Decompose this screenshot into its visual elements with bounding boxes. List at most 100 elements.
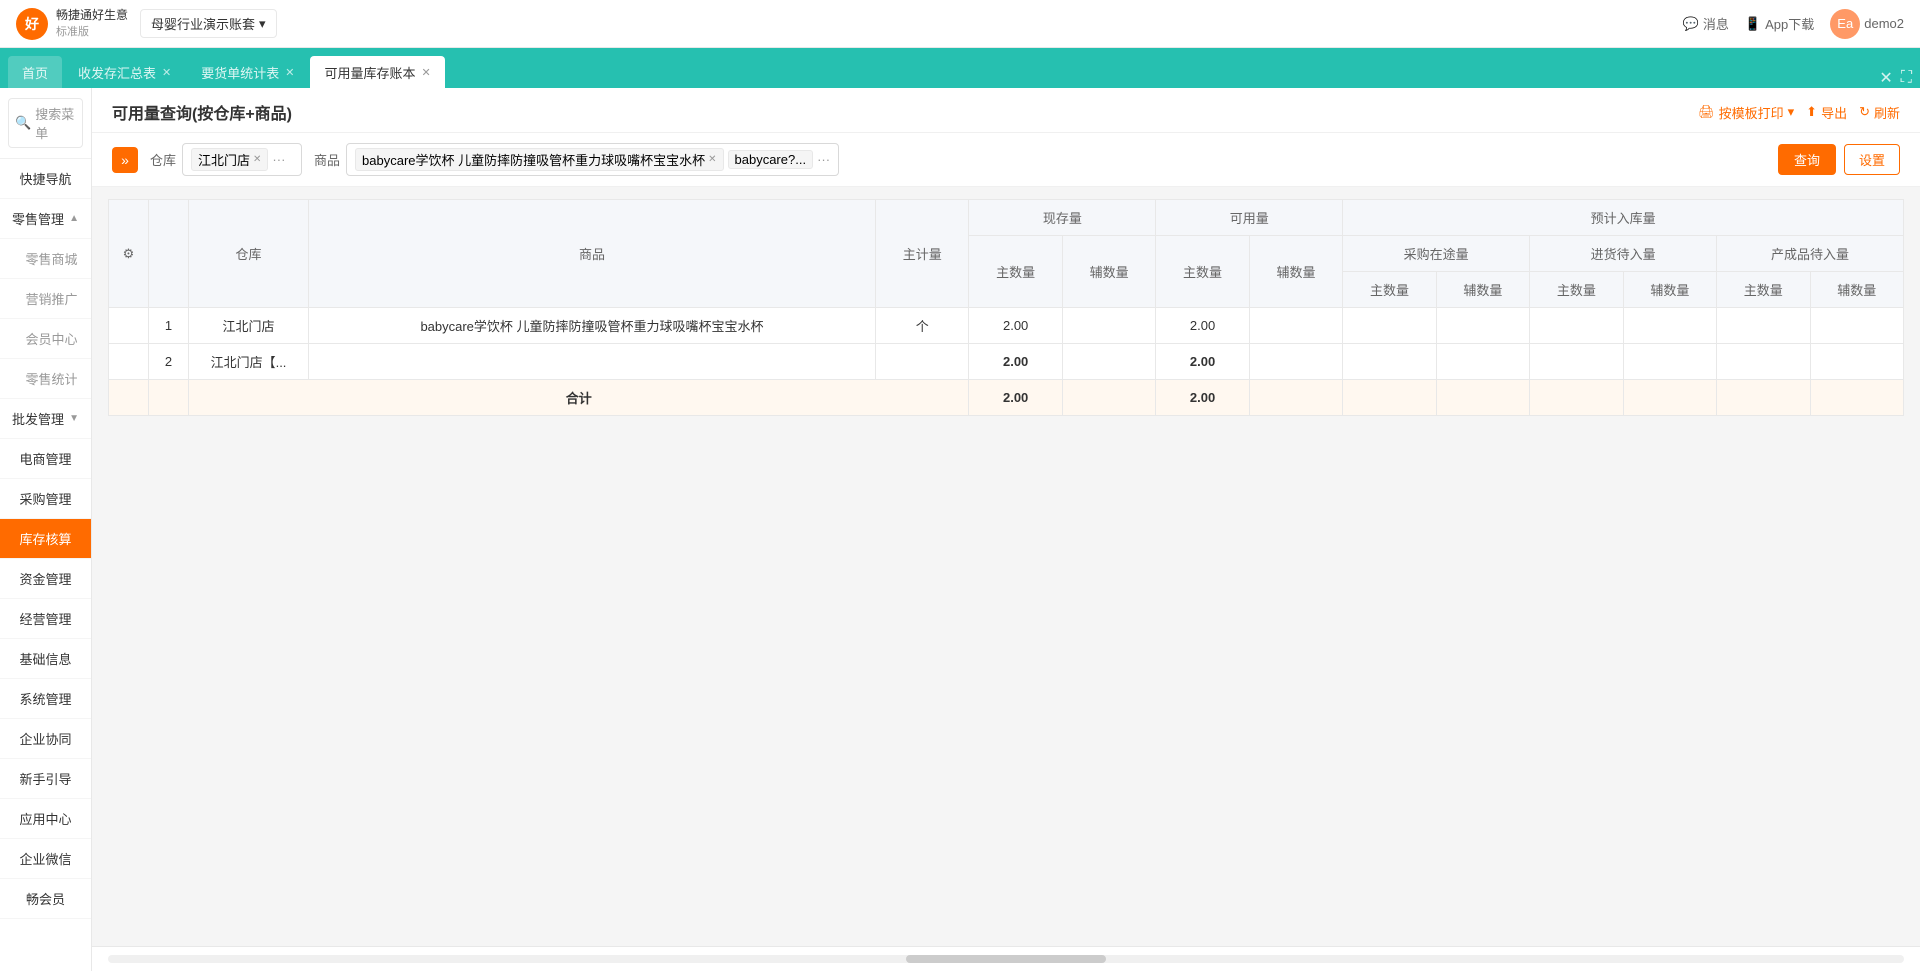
warehouse-more-dots[interactable]: ···	[272, 152, 285, 167]
sidebar-item-retail[interactable]: 零售管理 ▲	[0, 199, 91, 239]
th-settings[interactable]: ⚙	[109, 200, 149, 308]
sidebar-item-system[interactable]: 系统管理	[0, 679, 91, 719]
page-header-actions: 🖨 按模板打印 ▾ ⬆ 导出 ↻ 刷新	[1698, 103, 1900, 122]
th-warehouse: 仓库	[189, 200, 309, 308]
print-icon: 🖨	[1698, 104, 1715, 120]
nav-tabs-right: ✕ ⛶	[1879, 68, 1912, 88]
sidebar-item-quick-nav[interactable]: 快捷导航	[0, 159, 91, 199]
warehouse-filter-box[interactable]: 江北门店 ✕ ···	[182, 143, 302, 176]
query-button[interactable]: 查询	[1778, 144, 1836, 175]
sidebar-item-label-operations: 经营管理	[19, 612, 71, 627]
sidebar-item-operations[interactable]: 经营管理	[0, 599, 91, 639]
row1-goods-pend-aux	[1623, 308, 1716, 344]
sidebar-item-label-ecommerce: 电商管理	[19, 452, 71, 467]
sidebar-item-label-member2: 畅会员	[26, 892, 65, 907]
app-download-button[interactable]: 📱 App下载	[1745, 14, 1814, 33]
content-area: 可用量查询(按仓库+商品) 🖨 按模板打印 ▾ ⬆ 导出 ↻ 刷新 »	[92, 88, 1920, 971]
row2-index: 2	[149, 344, 189, 380]
sidebar-item-label-finance: 资金管理	[19, 572, 71, 587]
th-index	[149, 200, 189, 308]
filter-expand-button[interactable]: »	[112, 147, 138, 173]
th-stock-main: 主数量	[969, 236, 1062, 308]
sidebar: 🔍 搜索菜单 快捷导航 零售管理 ▲ 零售商城 营销推广 会员中心 零售统计 批…	[0, 88, 92, 971]
sidebar-item-inventory[interactable]: 库存核算	[0, 519, 91, 559]
tab-order-close[interactable]: ✕	[285, 66, 294, 79]
horizontal-scrollbar-track[interactable]	[108, 955, 1904, 963]
app-download-label: App下载	[1765, 14, 1814, 33]
horizontal-scrollbar-thumb[interactable]	[906, 955, 1106, 963]
row2-pur-transit-aux	[1436, 344, 1529, 380]
row1-avail-main: 2.00	[1156, 308, 1249, 344]
row1-pur-transit-main	[1343, 308, 1436, 344]
sidebar-item-label-app-center: 应用中心	[19, 812, 71, 827]
top-bar-left: 好 畅捷通好生意 标准版 母婴行业演示账套 ▾	[16, 8, 277, 40]
template-print-button[interactable]: 🖨 按模板打印 ▾	[1698, 103, 1794, 122]
sidebar-item-label-newbie: 新手引导	[19, 772, 71, 787]
tab-home[interactable]: 首页	[8, 56, 62, 88]
warehouse-filter-group: 仓库 江北门店 ✕ ···	[150, 143, 302, 176]
th-goods-pend: 进货待入量	[1530, 236, 1717, 272]
row2-product	[309, 344, 876, 380]
top-bar: 好 畅捷通好生意 标准版 母婴行业演示账套 ▾ 💬 消息 📱 App下载 Ea …	[0, 0, 1920, 48]
tab-available-close[interactable]: ✕	[422, 66, 431, 79]
message-icon: 💬	[1683, 16, 1699, 32]
chevron-down-icon: ▾	[259, 16, 266, 32]
data-table: ⚙ 仓库 商品 主计量 现存量 可用量 预计入库量 主数量 辅数量 主数量 辅数…	[108, 199, 1904, 416]
refresh-button[interactable]: ↻ 刷新	[1859, 103, 1900, 122]
sidebar-item-label-member: 会员中心	[25, 332, 77, 347]
sidebar-item-member[interactable]: 会员中心	[0, 319, 91, 359]
product-filter-box[interactable]: babycare学饮杯 儿童防摔防撞吸管杯重力球吸嘴杯宝宝水杯 ✕ babyca…	[346, 143, 839, 176]
sidebar-item-enterprise[interactable]: 企业协同	[0, 719, 91, 759]
th-main-unit: 主计量	[875, 200, 968, 308]
user-avatar-area[interactable]: Ea demo2	[1830, 9, 1904, 39]
total-settings	[109, 380, 149, 416]
tab-available[interactable]: 可用量库存账本 ✕	[310, 56, 444, 88]
sidebar-item-basics[interactable]: 基础信息	[0, 639, 91, 679]
filter-actions: 查询 设置	[1778, 144, 1900, 175]
sidebar-item-member2[interactable]: 畅会员	[0, 879, 91, 919]
row2-settings	[109, 344, 149, 380]
sidebar-item-retail-mall[interactable]: 零售商城	[0, 239, 91, 279]
sidebar-item-enterprise-wechat[interactable]: 企业微信	[0, 839, 91, 879]
table-container[interactable]: ⚙ 仓库 商品 主计量 现存量 可用量 预计入库量 主数量 辅数量 主数量 辅数…	[92, 187, 1920, 946]
sidebar-item-label-purchase: 采购管理	[19, 492, 71, 507]
total-goods-pend-aux	[1623, 380, 1716, 416]
row2-avail-aux	[1249, 344, 1342, 380]
top-bar-right: 💬 消息 📱 App下载 Ea demo2	[1683, 9, 1904, 39]
settings-button[interactable]: 设置	[1844, 144, 1900, 175]
product-more-dots[interactable]: ···	[817, 152, 830, 167]
sidebar-item-newbie[interactable]: 新手引导	[0, 759, 91, 799]
sidebar-item-retail-stats[interactable]: 零售统计	[0, 359, 91, 399]
warehouse-tag-text: 江北门店	[198, 150, 250, 169]
row2-unit	[875, 344, 968, 380]
sidebar-item-finance[interactable]: 资金管理	[0, 559, 91, 599]
sidebar-item-marketing[interactable]: 营销推广	[0, 279, 91, 319]
page-title: 可用量查询(按仓库+商品)	[112, 100, 292, 124]
tab-order[interactable]: 要货单统计表 ✕	[187, 56, 308, 88]
sidebar-item-ecommerce[interactable]: 电商管理	[0, 439, 91, 479]
sidebar-item-app-center[interactable]: 应用中心	[0, 799, 91, 839]
fullscreen-icon[interactable]: ⛶	[1901, 69, 1912, 87]
warehouse-tag-close[interactable]: ✕	[253, 154, 261, 165]
sidebar-item-label-quick-nav: 快捷导航	[19, 172, 71, 187]
export-button[interactable]: ⬆ 导出	[1806, 103, 1847, 122]
total-row: 合计 2.00 2.00	[109, 380, 1904, 416]
th-pur-transit: 采购在途量	[1343, 236, 1530, 272]
tab-receive[interactable]: 收发存汇总表 ✕	[64, 56, 185, 88]
message-button[interactable]: 💬 消息	[1683, 14, 1729, 33]
product-tag1-close[interactable]: ✕	[708, 154, 716, 165]
close-all-icon[interactable]: ✕	[1879, 68, 1892, 88]
tab-receive-close[interactable]: ✕	[162, 66, 171, 79]
total-fin-pend-aux	[1810, 380, 1904, 416]
avatar: Ea	[1830, 9, 1860, 39]
tab-home-label: 首页	[22, 63, 48, 82]
row1-index: 1	[149, 308, 189, 344]
row1-unit: 个	[875, 308, 968, 344]
sidebar-item-label-basics: 基础信息	[19, 652, 71, 667]
sidebar-item-purchase[interactable]: 采购管理	[0, 479, 91, 519]
industry-selector[interactable]: 母婴行业演示账套 ▾	[140, 9, 277, 38]
sidebar-search-button[interactable]: 🔍 搜索菜单	[8, 98, 83, 148]
th-pur-transit-main: 主数量	[1343, 272, 1436, 308]
sidebar-item-wholesale[interactable]: 批发管理 ▼	[0, 399, 91, 439]
product-filter-label: 商品	[314, 150, 340, 169]
